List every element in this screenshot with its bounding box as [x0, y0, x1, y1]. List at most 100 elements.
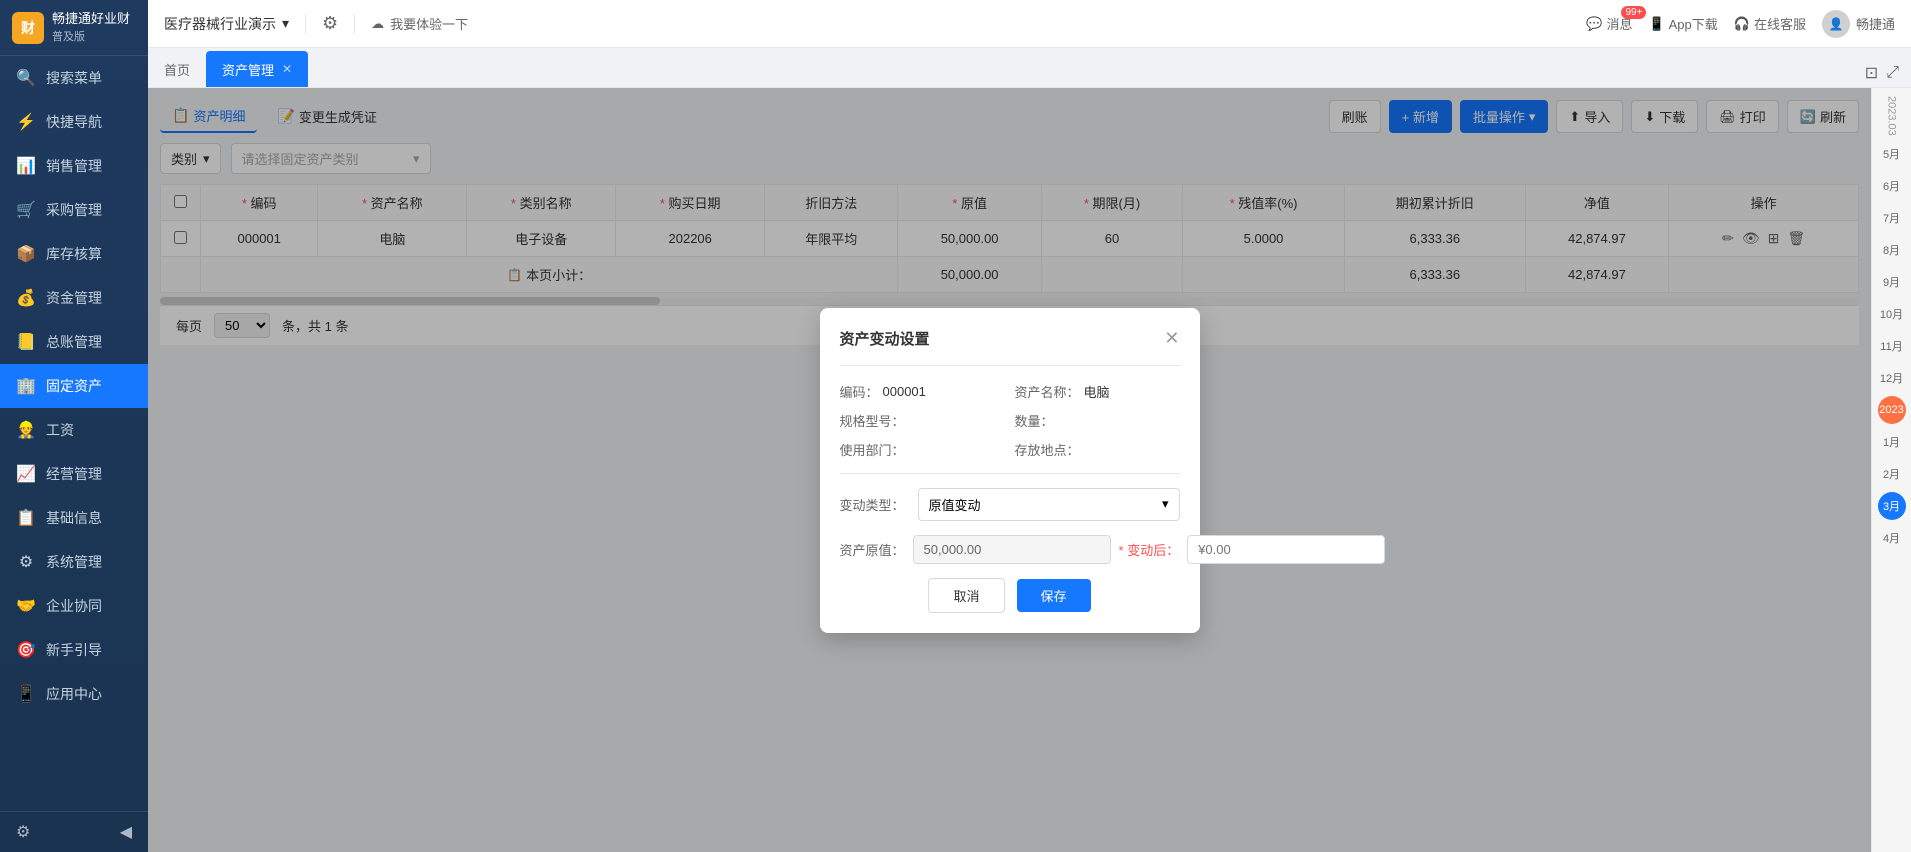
topbar: 医疗器械行业演示 ▾ ⚙ ☁ 我要体验一下 💬 消息 99+ 📱 App下载 🎧…	[148, 0, 1911, 48]
tab-actions: ⊡ ⤢	[1865, 63, 1911, 83]
payroll-icon: 👷	[16, 420, 36, 440]
customer-service-btn[interactable]: 🎧 在线客服	[1734, 14, 1806, 33]
month-11[interactable]: 11月	[1878, 332, 1906, 360]
change-type-select[interactable]: 原值变动 ▾	[918, 488, 1180, 521]
month-5[interactable]: 5月	[1878, 140, 1906, 168]
customer-service-icon: 🎧	[1734, 16, 1750, 32]
sidebar-item-guide[interactable]: 🎯 新手引导	[0, 628, 148, 672]
settings-gear-icon[interactable]: ⚙	[322, 13, 338, 34]
sidebar-item-enterprise[interactable]: 🤝 企业协同	[0, 584, 148, 628]
enterprise-icon: 🤝	[16, 596, 36, 616]
dialog-location-field: 存放地点：	[1015, 440, 1180, 459]
original-value-input	[913, 535, 1111, 564]
dialog-close-btn[interactable]: ✕	[1164, 328, 1179, 349]
sidebar-item-operations[interactable]: 📈 经营管理	[0, 452, 148, 496]
user-btn[interactable]: 👤 畅捷通	[1822, 10, 1895, 38]
original-value-label: 资产原值：	[840, 540, 905, 559]
app-logo-text: 畅捷通好业财 普及版	[52, 11, 130, 44]
save-button[interactable]: 保存	[1017, 579, 1091, 612]
dialog-header: 资产变动设置 ✕	[840, 328, 1180, 349]
month-9[interactable]: 9月	[1878, 268, 1906, 296]
purchase-icon: 🛒	[16, 200, 36, 220]
overlay: 资产变动设置 ✕ 编码： 000001 资产名称： 电脑	[148, 88, 1871, 852]
fixed-assets-icon: 🏢	[16, 376, 36, 396]
basic-info-icon: 📋	[16, 508, 36, 528]
app-logo-icon: 财	[12, 12, 44, 44]
inventory-icon: 📦	[16, 244, 36, 264]
topbar-divider1	[305, 14, 306, 34]
dialog-dept-field: 使用部门：	[840, 440, 1005, 459]
app-download-btn[interactable]: 📱 App下载	[1648, 14, 1717, 33]
dialog: 资产变动设置 ✕ 编码： 000001 资产名称： 电脑	[820, 308, 1200, 633]
collapse-icon[interactable]: ◀	[120, 822, 132, 842]
sidebar-item-funds[interactable]: 💰 资金管理	[0, 276, 148, 320]
window-expand-icon[interactable]: ⤢	[1886, 64, 1899, 82]
required-mark: * 变动后：	[1119, 540, 1180, 559]
sidebar-logo: 财 畅捷通好业财 普及版	[0, 0, 148, 56]
dialog-divider1	[840, 365, 1180, 366]
dialog-asset-name-field: 资产名称： 电脑	[1015, 382, 1180, 401]
main-area: 医疗器械行业演示 ▾ ⚙ ☁ 我要体验一下 💬 消息 99+ 📱 App下载 🎧…	[148, 0, 1911, 852]
quicknav-icon: ⚡	[16, 112, 36, 132]
message-badge: 99+	[1621, 6, 1646, 19]
sidebar-bottom: ⚙ ◀	[0, 811, 148, 852]
funds-icon: 💰	[16, 288, 36, 308]
sidebar-item-system[interactable]: ⚙ 系统管理	[0, 540, 148, 584]
message-icon: 💬	[1586, 16, 1602, 32]
right-panel: 2023.03 5月 6月 7月 8月 9月 10月 11月 12月 2023 …	[1871, 88, 1911, 852]
dialog-quantity-field: 数量：	[1015, 411, 1180, 430]
topbar-divider2	[354, 14, 355, 34]
dialog-change-type-row: 变动类型： 原值变动 ▾	[840, 488, 1180, 521]
month-1[interactable]: 1月	[1878, 428, 1906, 456]
month-7[interactable]: 7月	[1878, 204, 1906, 232]
settings-icon[interactable]: ⚙	[16, 822, 30, 842]
sidebar-item-app-center[interactable]: 📱 应用中心	[0, 672, 148, 716]
sidebar-item-purchase[interactable]: 🛒 采购管理	[0, 188, 148, 232]
month-3-current[interactable]: 3月	[1878, 492, 1906, 520]
app-download-icon: 📱	[1648, 16, 1664, 32]
sidebar-nav: 🔍 搜索菜单 ⚡ 快捷导航 📊 销售管理 🛒 采购管理 📦 库存核算 💰 资金管…	[0, 56, 148, 811]
sidebar: 财 畅捷通好业财 普及版 🔍 搜索菜单 ⚡ 快捷导航 📊 销售管理 🛒 采购管理…	[0, 0, 148, 852]
dialog-divider2	[840, 473, 1180, 474]
dialog-code-field: 编码： 000001	[840, 382, 1005, 401]
dialog-info-grid: 编码： 000001 资产名称： 电脑 规格型号： 数量：	[840, 382, 1180, 459]
month-4[interactable]: 4月	[1878, 524, 1906, 552]
month-6[interactable]: 6月	[1878, 172, 1906, 200]
month-12[interactable]: 12月	[1878, 364, 1906, 392]
month-10[interactable]: 10月	[1878, 300, 1906, 328]
year-2023[interactable]: 2023	[1878, 396, 1906, 424]
company-dropdown-icon: ▾	[282, 15, 289, 32]
right-panel-date-label: 2023.03	[1886, 96, 1898, 136]
message-btn[interactable]: 💬 消息 99+	[1586, 14, 1632, 33]
window-restore-icon[interactable]: ⊡	[1865, 63, 1878, 83]
month-2[interactable]: 2月	[1878, 460, 1906, 488]
tab-home[interactable]: 首页	[148, 51, 206, 87]
app-center-icon: 📱	[16, 684, 36, 704]
sidebar-item-search[interactable]: 🔍 搜索菜单	[0, 56, 148, 100]
system-icon: ⚙	[16, 552, 36, 572]
sidebar-item-quicknav[interactable]: ⚡ 快捷导航	[0, 100, 148, 144]
sidebar-item-basic-info[interactable]: 📋 基础信息	[0, 496, 148, 540]
sidebar-item-sales[interactable]: 📊 销售管理	[0, 144, 148, 188]
operations-icon: 📈	[16, 464, 36, 484]
ledger-icon: 📒	[16, 332, 36, 352]
company-selector[interactable]: 医疗器械行业演示 ▾	[164, 14, 289, 34]
month-8[interactable]: 8月	[1878, 236, 1906, 264]
experience-btn[interactable]: ☁ 我要体验一下	[371, 14, 468, 33]
sidebar-item-inventory[interactable]: 📦 库存核算	[0, 232, 148, 276]
search-icon: 🔍	[16, 68, 36, 88]
topbar-right: 💬 消息 99+ 📱 App下载 🎧 在线客服 👤 畅捷通	[1586, 10, 1895, 38]
sidebar-item-payroll[interactable]: 👷 工资	[0, 408, 148, 452]
tabbar: 首页 资产管理 ✕ ⊡ ⤢	[148, 48, 1911, 88]
sales-icon: 📊	[16, 156, 36, 176]
sidebar-item-ledger[interactable]: 📒 总账管理	[0, 320, 148, 364]
dialog-value-row: 资产原值： * 变动后：	[840, 535, 1180, 564]
after-change-input[interactable]	[1187, 535, 1385, 564]
page-content: 📋 资产明细 📝 变更生成凭证 刷账 + 新增 批量操作 ▾	[148, 88, 1871, 852]
tab-asset-management[interactable]: 资产管理 ✕	[206, 51, 308, 87]
change-type-label: 变动类型：	[840, 495, 910, 514]
sidebar-item-fixed-assets[interactable]: 🏢 固定资产	[0, 364, 148, 408]
tab-close-icon[interactable]: ✕	[282, 62, 292, 76]
cancel-button[interactable]: 取消	[928, 578, 1004, 613]
change-type-dropdown-icon: ▾	[1162, 496, 1169, 512]
